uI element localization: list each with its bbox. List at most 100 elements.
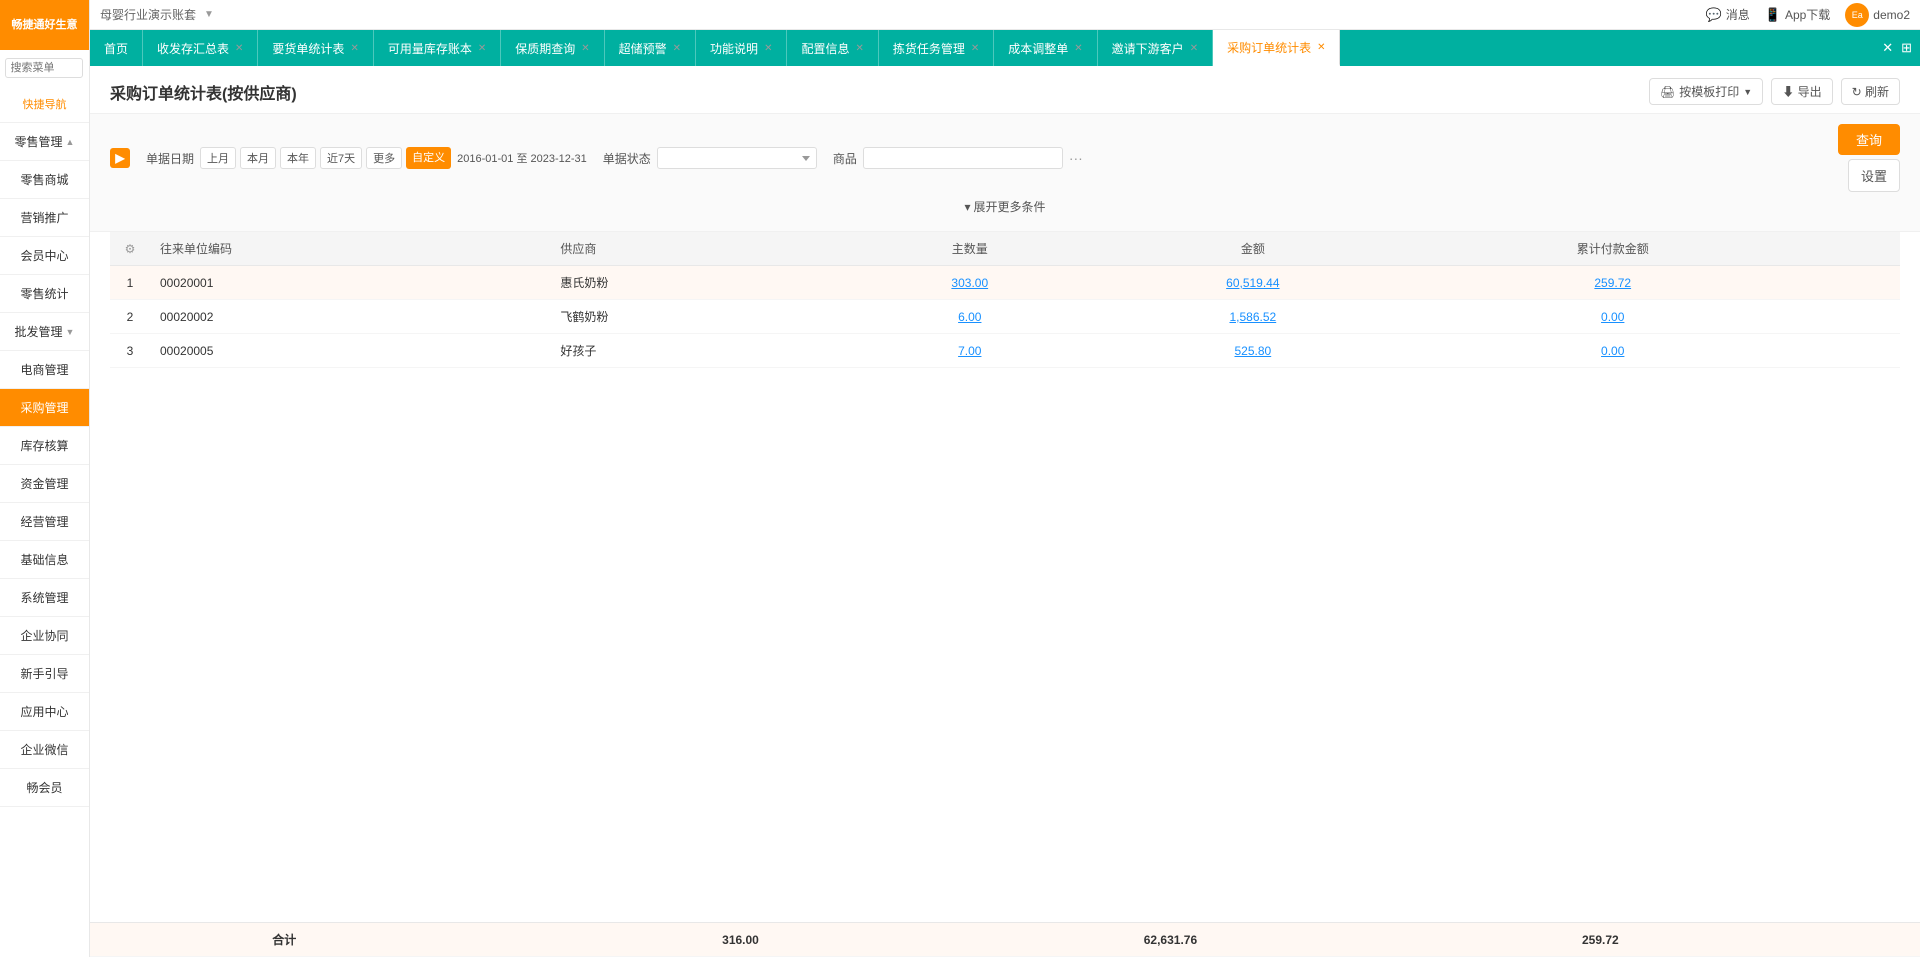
- tab-shoufaahui[interactable]: 收发存汇总表 ✕: [143, 30, 258, 66]
- tab-peizhi[interactable]: 配置信息 ✕: [787, 30, 878, 66]
- tab-chengbentiaoz-close-icon[interactable]: ✕: [1074, 43, 1082, 54]
- sidebar-item-ops[interactable]: 经营管理: [0, 503, 90, 541]
- goods-input[interactable]: [863, 147, 1063, 169]
- template-print-btn[interactable]: 🖨 按模板打印 ▼: [1649, 78, 1763, 105]
- date-btn-this-year[interactable]: 本年: [280, 147, 316, 169]
- goods-more-icon[interactable]: ···: [1069, 150, 1083, 166]
- row-paid[interactable]: 0.00: [1413, 334, 1813, 368]
- tab-close-all-btn[interactable]: ✕: [1882, 40, 1893, 56]
- content-area: 采购订单统计表(按供应商) 🖨 按模板打印 ▼ ⬇ 导出 ↻ 刷新: [90, 66, 1920, 957]
- tab-shoufaahui-close-icon[interactable]: ✕: [235, 43, 243, 54]
- sidebar-item-marketing[interactable]: 营销推广: [0, 199, 90, 237]
- tab-gongneng-close-icon[interactable]: ✕: [764, 43, 772, 54]
- refresh-btn[interactable]: ↻ 刷新: [1841, 78, 1900, 105]
- sidebar-item-enterprise[interactable]: 企业协同: [0, 617, 90, 655]
- tab-baozhi-close-icon[interactable]: ✕: [581, 43, 589, 54]
- marketing-label: 营销推广: [20, 211, 68, 225]
- zero-sales-label: 零售管理: [15, 133, 63, 150]
- sidebar-item-basic[interactable]: 基础信息: [0, 541, 90, 579]
- topbar-left: 母婴行业演示账套 ▼: [100, 6, 214, 23]
- date-btn-this-month[interactable]: 本月: [240, 147, 276, 169]
- tab-chengbentiaoz[interactable]: 成本调整单 ✕: [994, 30, 1097, 66]
- tab-caigou[interactable]: 采购订单统计表 ✕: [1213, 30, 1340, 66]
- tab-baozhi[interactable]: 保质期查询 ✕: [501, 30, 604, 66]
- status-select[interactable]: [657, 147, 817, 169]
- export-btn[interactable]: ⬇ 导出: [1771, 78, 1832, 105]
- sidebar-item-quicknav[interactable]: 快捷导航: [0, 86, 90, 123]
- row-amount[interactable]: 60,519.44: [1093, 266, 1412, 300]
- tab-pihuo-close-icon[interactable]: ✕: [971, 43, 979, 54]
- filter-expand-icon[interactable]: ▶: [110, 148, 130, 168]
- wholesale-arrow-icon: ▼: [66, 327, 75, 337]
- settings-icon[interactable]: ⚙: [125, 242, 136, 256]
- date-custom-badge[interactable]: 自定义: [406, 147, 451, 169]
- row-amount[interactable]: 525.80: [1093, 334, 1412, 368]
- sidebar-item-purchase[interactable]: 采购管理: [0, 389, 90, 427]
- row-main-qty[interactable]: 7.00: [846, 334, 1093, 368]
- page-actions: 🖨 按模板打印 ▼ ⬇ 导出 ↻ 刷新: [1649, 78, 1900, 105]
- query-btn[interactable]: 查询: [1838, 124, 1900, 155]
- sidebar-item-appcenter[interactable]: 应用中心: [0, 693, 90, 731]
- sidebar-item-zero-sales[interactable]: 零售管理 ▲: [0, 123, 90, 161]
- row-amount[interactable]: 1,586.52: [1093, 300, 1412, 334]
- tab-yaohuo[interactable]: 要货单统计表 ✕: [258, 30, 373, 66]
- sidebar-item-member[interactable]: 会员中心: [0, 237, 90, 275]
- sidebar-item-newbie[interactable]: 新手引导: [0, 655, 90, 693]
- tab-caigou-close-icon[interactable]: ✕: [1317, 42, 1325, 53]
- tab-keyongliang-close-icon[interactable]: ✕: [478, 43, 486, 54]
- search-input[interactable]: [5, 58, 83, 78]
- sidebar-item-zero-stat[interactable]: 零售统计: [0, 275, 90, 313]
- workspace-title: 母婴行业演示账套: [100, 6, 196, 23]
- system-label: 系统管理: [20, 591, 68, 605]
- sidebar-item-wholesale[interactable]: 批发管理 ▼: [0, 313, 90, 351]
- sidebar-item-zero-mall[interactable]: 零售商城: [0, 161, 90, 199]
- sidebar-item-wechat[interactable]: 企业微信: [0, 731, 90, 769]
- col-unit-code-header: 往来单位编码: [150, 232, 550, 266]
- enterprise-label: 企业协同: [20, 629, 68, 643]
- app-download-btn[interactable]: 📱 App下载: [1765, 6, 1831, 23]
- sidebar-item-system[interactable]: 系统管理: [0, 579, 90, 617]
- row-index: 2: [110, 300, 150, 334]
- row-main-qty[interactable]: 6.00: [846, 300, 1093, 334]
- tab-chaochuyu[interactable]: 超储预警 ✕: [605, 30, 696, 66]
- finance-label: 资金管理: [20, 477, 68, 491]
- user-area[interactable]: Ea demo2: [1845, 3, 1910, 27]
- date-btn-more[interactable]: 更多: [366, 147, 402, 169]
- sidebar-item-inventory[interactable]: 库存核算: [0, 427, 90, 465]
- message-icon: 💬: [1706, 7, 1722, 23]
- sidebar-item-ecommerce[interactable]: 电商管理: [0, 351, 90, 389]
- date-quick-btns: 上月 本月 本年 近7天 更多 自定义: [200, 147, 451, 169]
- sidebar: 畅捷通好生意 快捷导航 零售管理 ▲ 零售商城 营销推广 会员中心 零售统计 批…: [0, 0, 90, 957]
- tab-home[interactable]: 首页: [90, 30, 143, 66]
- date-btn-7days[interactable]: 近7天: [320, 147, 362, 169]
- tab-yaoqing[interactable]: 邀请下游客户 ✕: [1098, 30, 1213, 66]
- sidebar-item-finance[interactable]: 资金管理: [0, 465, 90, 503]
- sidebar-item-vip[interactable]: 畅会员: [0, 769, 90, 807]
- settings-btn[interactable]: 设置: [1848, 159, 1900, 192]
- tab-yaohuo-close-icon[interactable]: ✕: [350, 43, 358, 54]
- row-paid[interactable]: 0.00: [1413, 300, 1813, 334]
- row-main-qty[interactable]: 303.00: [846, 266, 1093, 300]
- tab-home-label: 首页: [104, 40, 128, 57]
- tab-keyongliang[interactable]: 可用量库存账本 ✕: [374, 30, 501, 66]
- tab-yaoqing-label: 邀请下游客户: [1112, 40, 1184, 57]
- date-btn-last-month[interactable]: 上月: [200, 147, 236, 169]
- ecommerce-label: 电商管理: [20, 363, 68, 377]
- footer-empty-1: [90, 923, 130, 957]
- message-btn[interactable]: 💬 消息: [1706, 6, 1750, 23]
- tab-peizhi-close-icon[interactable]: ✕: [855, 43, 863, 54]
- expand-more-btn[interactable]: ▾ 展开更多条件: [964, 198, 1045, 215]
- row-index: 1: [110, 266, 150, 300]
- tab-gongneng[interactable]: 功能说明 ✕: [696, 30, 787, 66]
- goods-label: 商品: [833, 150, 857, 167]
- workspace-arrow-icon[interactable]: ▼: [204, 9, 214, 20]
- tab-chaochuyu-close-icon[interactable]: ✕: [673, 43, 681, 54]
- row-unit-code: 00020005: [150, 334, 550, 368]
- tab-pihuo[interactable]: 拣货任务管理 ✕: [879, 30, 994, 66]
- ops-label: 经营管理: [20, 515, 68, 529]
- sidebar-logo: 畅捷通好生意: [0, 0, 90, 50]
- page-title: 采购订单统计表(按供应商): [110, 80, 297, 104]
- tab-yaoqing-close-icon[interactable]: ✕: [1190, 43, 1198, 54]
- tab-fullscreen-btn[interactable]: ⊞: [1901, 40, 1912, 56]
- row-paid[interactable]: 259.72: [1413, 266, 1813, 300]
